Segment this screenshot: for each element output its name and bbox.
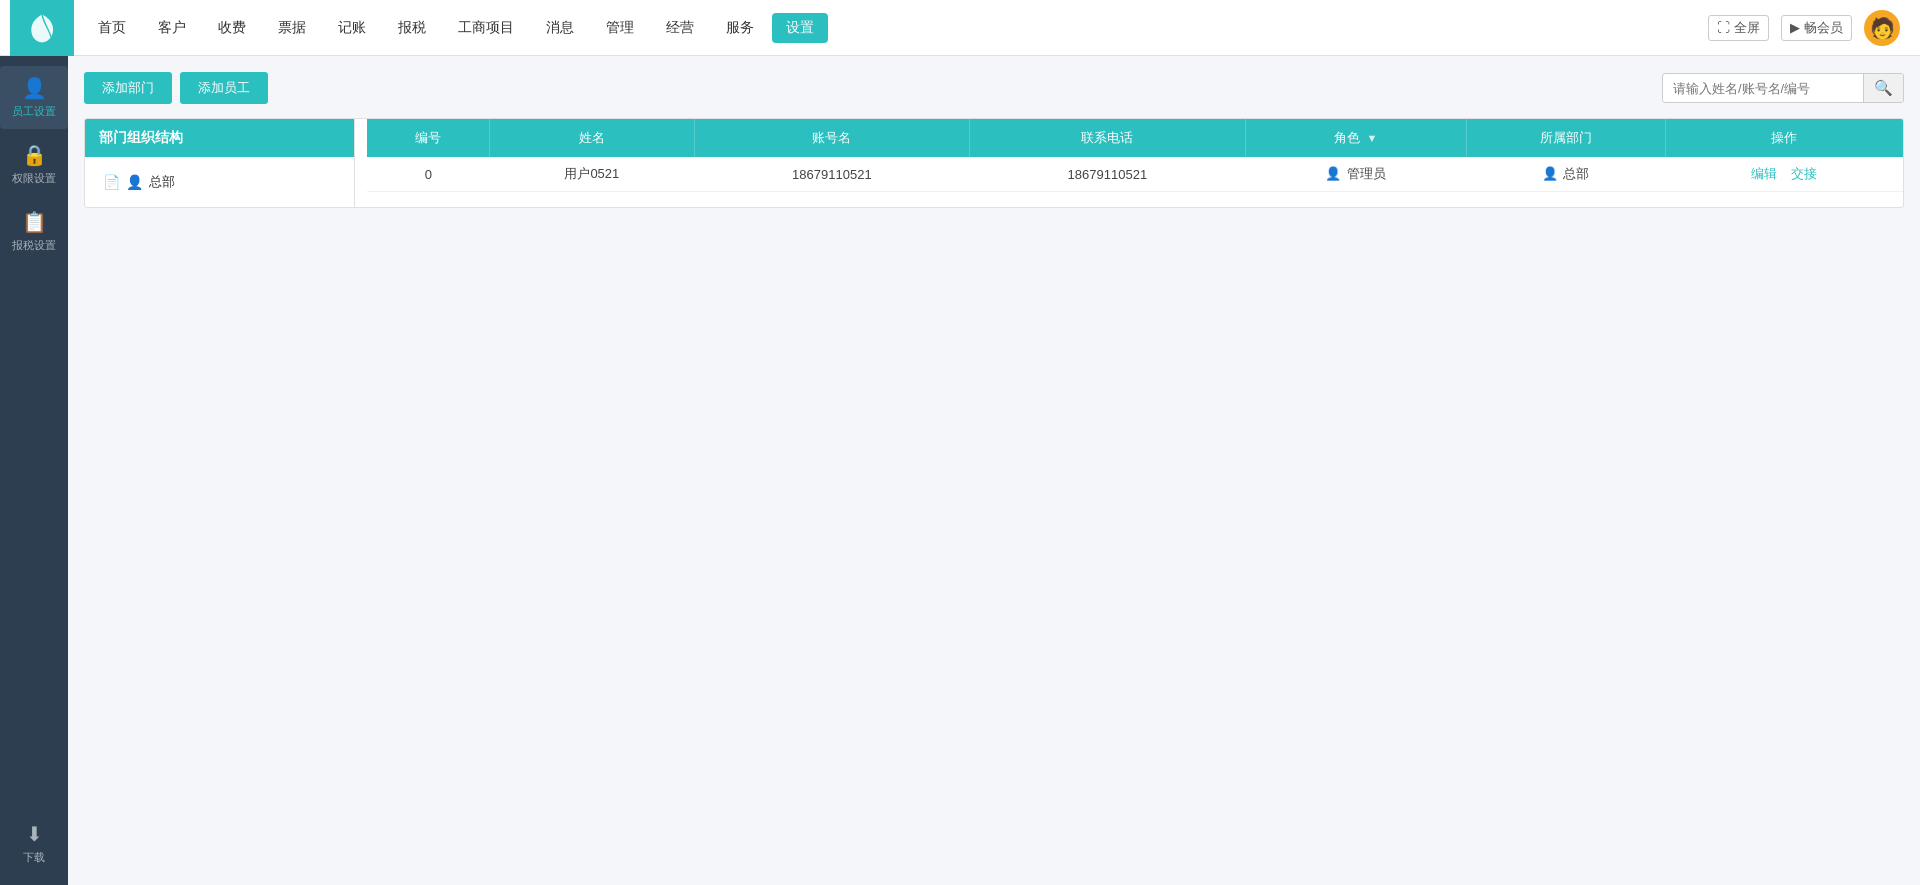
nav-item-home[interactable]: 首页 — [84, 13, 140, 43]
col-dept: 所属部门 — [1466, 119, 1665, 157]
col-role[interactable]: 角色 ▼ — [1245, 119, 1466, 157]
add-dept-button[interactable]: 添加部门 — [84, 72, 172, 104]
avatar[interactable]: 🧑 — [1864, 10, 1900, 46]
member-label: 畅会员 — [1804, 19, 1843, 37]
dept-tree-header: 部门组织结构 — [85, 119, 354, 157]
member-button[interactable]: ▶ 畅会员 — [1781, 15, 1852, 41]
sidebar: 👤 员工设置 🔒 权限设置 📋 报税设置 ⬇ 下载 — [0, 56, 68, 885]
cell-phone: 18679110521 — [970, 157, 1246, 192]
edit-link[interactable]: 编辑 — [1751, 166, 1777, 181]
toolbar: 添加部门 添加员工 🔍 — [84, 72, 1904, 104]
dept-tree: 部门组织结构 📄 👤 总部 — [85, 119, 355, 207]
search-button[interactable]: 🔍 — [1863, 74, 1903, 102]
nav-item-message[interactable]: 消息 — [532, 13, 588, 43]
nav-item-bills[interactable]: 票据 — [264, 13, 320, 43]
role-label: 管理员 — [1347, 166, 1386, 181]
dept-node-general[interactable]: 📄 👤 总部 — [95, 167, 344, 197]
nav-items: 首页 客户 收费 票据 记账 报税 工商项目 消息 管理 经营 服务 设置 — [74, 13, 1708, 43]
nav-item-service[interactable]: 服务 — [712, 13, 768, 43]
sidebar-bottom: ⬇ 下载 — [0, 812, 68, 885]
search-icon: 🔍 — [1874, 79, 1893, 96]
nav-item-customer[interactable]: 客户 — [144, 13, 200, 43]
fullscreen-icon: ⛶ — [1717, 20, 1730, 35]
employee-area: 部门组织结构 📄 👤 总部 编号 姓名 账号名 — [84, 118, 1904, 208]
dept-label: 总部 — [1563, 166, 1589, 181]
col-account: 账号名 — [694, 119, 970, 157]
filter-icon: ▼ — [1367, 132, 1378, 144]
download-icon: ⬇ — [26, 822, 43, 846]
employee-table-wrap: 编号 姓名 账号名 联系电话 角色 ▼ 所属部门 操作 — [367, 119, 1903, 207]
content: 添加部门 添加员工 🔍 部门组织结构 📄 👤 总部 — [68, 56, 1920, 885]
sidebar-item-employee[interactable]: 👤 员工设置 — [0, 66, 68, 129]
nav-item-fee[interactable]: 收费 — [204, 13, 260, 43]
table-row: 0 用户0521 18679110521 18679110521 👤 管理员 👤… — [367, 157, 1903, 192]
doc-icon: 📄 — [103, 174, 120, 190]
sidebar-item-permission[interactable]: 🔒 权限设置 — [0, 133, 68, 196]
person-icon: 👤 — [22, 76, 47, 100]
dept-person-icon-cell: 👤 — [1542, 166, 1558, 181]
col-phone: 联系电话 — [970, 119, 1246, 157]
search-input[interactable] — [1663, 76, 1863, 101]
dept-tree-body: 📄 👤 总部 — [85, 157, 354, 207]
tax-icon: 📋 — [22, 210, 47, 234]
cell-id: 0 — [367, 157, 490, 192]
nav-item-accounting[interactable]: 记账 — [324, 13, 380, 43]
sidebar-item-tax-settings[interactable]: 📋 报税设置 — [0, 200, 68, 263]
nav-item-tax[interactable]: 报税 — [384, 13, 440, 43]
cell-account: 18679110521 — [694, 157, 970, 192]
top-nav: 首页 客户 收费 票据 记账 报税 工商项目 消息 管理 经营 服务 设置 ⛶ … — [0, 0, 1920, 56]
search-bar: 🔍 — [1662, 73, 1904, 103]
sidebar-label-download: 下载 — [23, 850, 45, 865]
col-role-label: 角色 — [1334, 130, 1360, 145]
dept-person-icon: 👤 — [126, 174, 143, 190]
cell-actions: 编辑 交接 — [1665, 157, 1903, 192]
sidebar-label-employee: 员工设置 — [12, 104, 56, 119]
fullscreen-label: 全屏 — [1734, 19, 1760, 37]
table-header-row: 编号 姓名 账号名 联系电话 角色 ▼ 所属部门 操作 — [367, 119, 1903, 157]
transfer-link[interactable]: 交接 — [1791, 166, 1817, 181]
sidebar-item-download[interactable]: ⬇ 下载 — [0, 812, 68, 875]
dept-node-label: 总部 — [149, 173, 175, 191]
cell-name: 用户0521 — [490, 157, 695, 192]
sidebar-label-permission: 权限设置 — [12, 171, 56, 186]
nav-item-operation[interactable]: 经营 — [652, 13, 708, 43]
role-person-icon: 👤 — [1325, 166, 1341, 181]
col-id: 编号 — [367, 119, 490, 157]
cell-dept: 👤 总部 — [1466, 157, 1665, 192]
nav-item-business[interactable]: 工商项目 — [444, 13, 528, 43]
nav-item-settings[interactable]: 设置 — [772, 13, 828, 43]
member-icon: ▶ — [1790, 20, 1800, 35]
col-name: 姓名 — [490, 119, 695, 157]
cell-role: 👤 管理员 — [1245, 157, 1466, 192]
sidebar-label-tax: 报税设置 — [12, 238, 56, 253]
nav-right: ⛶ 全屏 ▶ 畅会员 🧑 — [1708, 10, 1900, 46]
logo[interactable] — [10, 0, 74, 56]
col-action: 操作 — [1665, 119, 1903, 157]
fullscreen-button[interactable]: ⛶ 全屏 — [1708, 15, 1769, 41]
nav-item-manage[interactable]: 管理 — [592, 13, 648, 43]
add-employee-button[interactable]: 添加员工 — [180, 72, 268, 104]
lock-icon: 🔒 — [22, 143, 47, 167]
employee-table: 编号 姓名 账号名 联系电话 角色 ▼ 所属部门 操作 — [367, 119, 1903, 192]
main-layout: 👤 员工设置 🔒 权限设置 📋 报税设置 ⬇ 下载 添加部门 添加员工 — [0, 56, 1920, 885]
